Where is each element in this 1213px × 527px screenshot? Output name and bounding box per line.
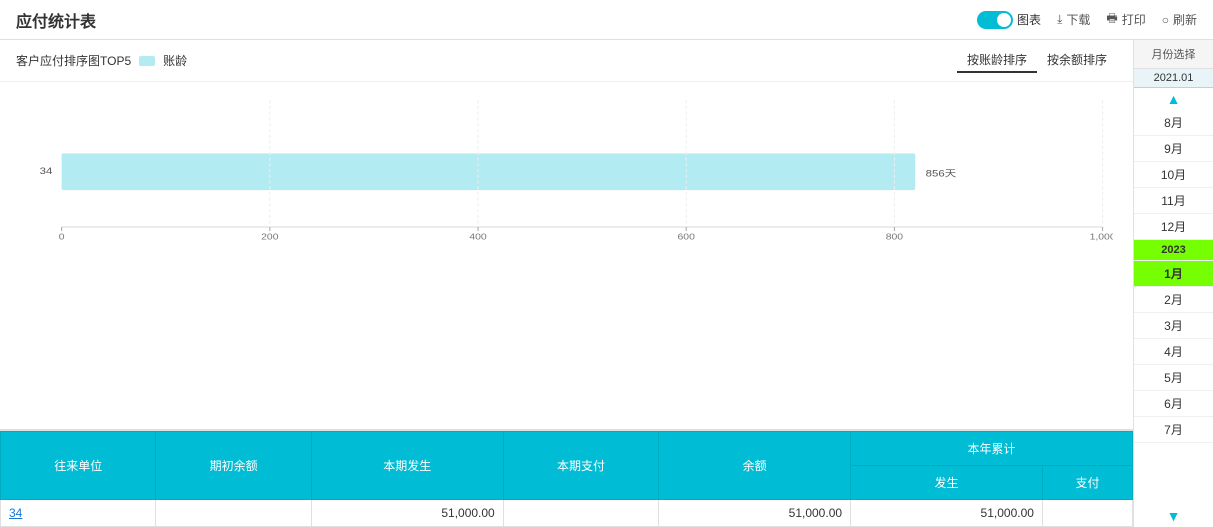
cell-current-pay bbox=[503, 500, 658, 527]
sidebar-month-4[interactable]: 4月 bbox=[1134, 339, 1213, 365]
col-header-current-occur: 本期发生 bbox=[311, 432, 503, 500]
svg-text:1,000: 1,000 bbox=[1090, 232, 1113, 241]
col-header-current-pay: 本期支付 bbox=[503, 432, 658, 500]
sort-tabs: 按账龄排序 按余额排序 bbox=[957, 48, 1117, 73]
main-content: 客户应付排序图TOP5 账龄 按账龄排序 按余额排序 34 856天 bbox=[0, 40, 1213, 527]
header: 应付统计表 图表 ⤓ 下载 🖶 打印 ○ 刷新 bbox=[0, 0, 1213, 40]
legend-color-label: 账龄 bbox=[163, 52, 187, 69]
refresh-button[interactable]: ○ 刷新 bbox=[1162, 11, 1197, 28]
sidebar-month-11[interactable]: 11月 bbox=[1134, 188, 1213, 214]
sidebar-month-1[interactable]: 1月 bbox=[1134, 261, 1213, 287]
cell-balance: 51,000.00 bbox=[659, 500, 851, 527]
cell-ytd-pay bbox=[1042, 500, 1132, 527]
app-container: 应付统计表 图表 ⤓ 下载 🖶 打印 ○ 刷新 bbox=[0, 0, 1213, 527]
svg-text:400: 400 bbox=[469, 232, 486, 241]
col-header-ytd-pay: 支付 bbox=[1042, 466, 1132, 500]
chart-toggle[interactable] bbox=[977, 11, 1013, 29]
sidebar-month-3[interactable]: 3月 bbox=[1134, 313, 1213, 339]
header-actions: 图表 ⤓ 下载 🖶 打印 ○ 刷新 bbox=[977, 9, 1197, 30]
print-button[interactable]: 🖶 打印 bbox=[1106, 9, 1145, 30]
sidebar-header: 月份选择 bbox=[1134, 40, 1213, 69]
sidebar-month-8[interactable]: 8月 bbox=[1134, 110, 1213, 136]
sidebar-month-10[interactable]: 10月 bbox=[1134, 162, 1213, 188]
legend-title: 客户应付排序图TOP5 bbox=[16, 52, 131, 69]
chart-area: 客户应付排序图TOP5 账龄 按账龄排序 按余额排序 34 856天 bbox=[0, 40, 1133, 527]
col-header-initial-balance: 期初余额 bbox=[156, 432, 311, 500]
svg-text:200: 200 bbox=[261, 232, 278, 241]
download-button[interactable]: ⤓ 下载 bbox=[1057, 11, 1090, 28]
cell-ytd-occur: 51,000.00 bbox=[851, 500, 1043, 527]
chart-header: 客户应付排序图TOP5 账龄 按账龄排序 按余额排序 bbox=[0, 40, 1133, 82]
sort-tab-age[interactable]: 按账龄排序 bbox=[957, 48, 1037, 73]
chart-container: 34 856天 0 200 400 600 bbox=[0, 82, 1133, 429]
col-header-ytd-group: 本年累计 bbox=[851, 432, 1133, 466]
refresh-icon: ○ bbox=[1162, 13, 1169, 27]
sidebar: 月份选择 2021.01 ▲ 8月 9月 10月 11月 12月 2023 1月… bbox=[1133, 40, 1213, 527]
sidebar-up-button[interactable]: ▲ bbox=[1134, 88, 1213, 110]
sidebar-months: 8月 9月 10月 11月 12月 2023 1月 2月 3月 4月 5月 6月… bbox=[1134, 110, 1213, 505]
print-icon: 🖶 bbox=[1106, 9, 1117, 30]
chart-legend: 客户应付排序图TOP5 账龄 bbox=[16, 52, 187, 69]
sidebar-month-5[interactable]: 5月 bbox=[1134, 365, 1213, 391]
col-header-balance: 余额 bbox=[659, 432, 851, 500]
download-icon: ⤓ bbox=[1057, 12, 1062, 27]
svg-text:600: 600 bbox=[678, 232, 695, 241]
legend-color-swatch bbox=[139, 56, 155, 66]
cell-unit: 34 bbox=[1, 500, 156, 527]
sidebar-month-9[interactable]: 9月 bbox=[1134, 136, 1213, 162]
svg-text:800: 800 bbox=[886, 232, 903, 241]
col-header-ytd-occur: 发生 bbox=[851, 466, 1043, 500]
sidebar-year-marker: 2023 bbox=[1134, 240, 1213, 261]
sort-tab-balance[interactable]: 按余额排序 bbox=[1037, 48, 1117, 73]
cell-initial-balance bbox=[156, 500, 311, 527]
col-header-unit: 往来单位 bbox=[1, 432, 156, 500]
sidebar-month-2[interactable]: 2月 bbox=[1134, 287, 1213, 313]
chart-svg: 34 856天 0 200 400 600 bbox=[20, 92, 1113, 272]
sidebar-down-button[interactable]: ▼ bbox=[1134, 505, 1213, 527]
svg-text:34: 34 bbox=[40, 167, 53, 177]
page-title: 应付统计表 bbox=[16, 8, 96, 32]
svg-text:0: 0 bbox=[59, 232, 65, 241]
data-table: 往来单位 期初余额 本期发生 本期支付 余额 本年累计 发生 支付 bbox=[0, 431, 1133, 527]
svg-text:856天: 856天 bbox=[926, 169, 957, 179]
sidebar-month-12[interactable]: 12月 bbox=[1134, 214, 1213, 240]
chart-toggle-label: 图表 bbox=[1017, 11, 1041, 28]
table-section: 往来单位 期初余额 本期发生 本期支付 余额 本年累计 发生 支付 bbox=[0, 429, 1133, 527]
table-row: 34 51,000.00 51,000.00 51,000.00 bbox=[1, 500, 1133, 527]
unit-link[interactable]: 34 bbox=[9, 506, 22, 520]
sidebar-month-6[interactable]: 6月 bbox=[1134, 391, 1213, 417]
sidebar-month-7[interactable]: 7月 bbox=[1134, 417, 1213, 443]
sidebar-year-input[interactable]: 2021.01 bbox=[1134, 69, 1213, 88]
cell-current-occur: 51,000.00 bbox=[311, 500, 503, 527]
chart-toggle-group: 图表 bbox=[977, 11, 1041, 29]
